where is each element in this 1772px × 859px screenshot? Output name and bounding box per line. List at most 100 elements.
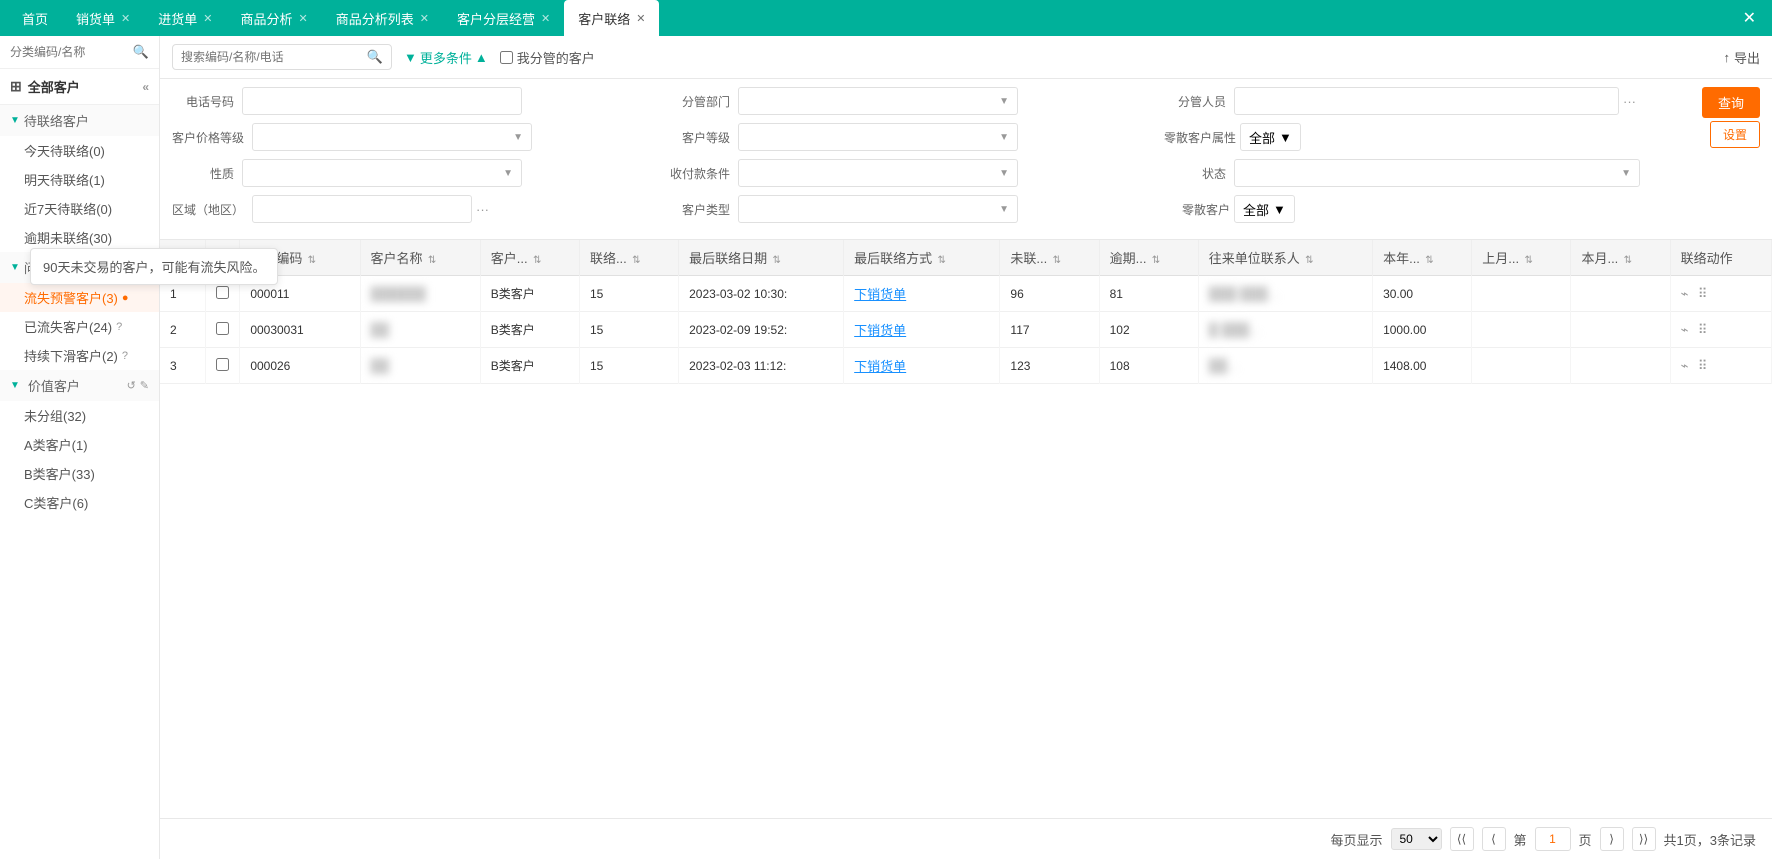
gender-chevron-icon: ▼ (503, 168, 513, 179)
settings-button[interactable]: 设置 (1710, 121, 1760, 148)
my-customers-checkbox[interactable] (500, 51, 513, 64)
sidebar-item-churned[interactable]: 已流失客户(24) ? (0, 312, 159, 341)
filter-zero-customer: 零散客户 全部 ▼ (1164, 195, 1760, 223)
sort-this-month-icon: ⇅ (1624, 255, 1632, 266)
tab-purchase[interactable]: 进货单 ✕ (144, 0, 226, 36)
td-code: 00030031 (240, 312, 360, 348)
query-button[interactable]: 查询 (1702, 87, 1760, 118)
sidebar-item-7days[interactable]: 近7天待联络(0) (0, 194, 159, 223)
payment-select[interactable]: ▼ (738, 159, 1018, 187)
page-number-input[interactable] (1535, 827, 1571, 851)
last-method-link[interactable]: 下销货单 (854, 287, 906, 302)
action-menu-icon[interactable]: ⠿ (1698, 286, 1708, 301)
th-last-month[interactable]: 上月... ⇅ (1472, 240, 1571, 276)
row-checkbox[interactable] (216, 358, 229, 371)
region-more-icon[interactable]: ··· (472, 202, 493, 217)
sidebar-group-title-pending[interactable]: ▼ 待联络客户 (0, 105, 159, 136)
close-tab-purchase[interactable]: ✕ (203, 12, 212, 25)
th-name[interactable]: 客户名称 ⇅ (360, 240, 480, 276)
sidebar-item-declining[interactable]: 持续下滑客户(2) ? (0, 341, 159, 370)
status-select[interactable]: ▼ (1234, 159, 1640, 187)
th-year[interactable]: 本年... ⇅ (1373, 240, 1472, 276)
tab-home[interactable]: 首页 (8, 0, 62, 36)
sidebar-item-churn-warning[interactable]: 流失预警客户(3) ● (0, 283, 159, 312)
action-link-icon[interactable]: ⌁ (1681, 322, 1689, 337)
page-prev-btn[interactable]: ⟨ (1482, 827, 1506, 851)
status-chevron-icon: ▼ (1621, 168, 1631, 179)
collapse-icon[interactable]: « (142, 80, 149, 94)
page-next-btn[interactable]: ⟩ (1600, 827, 1624, 851)
td-last-method: 下销货单 (844, 348, 1000, 384)
filter-person: 分管人员 ··· (1164, 87, 1760, 115)
dept-select[interactable]: ▼ (738, 87, 1018, 115)
page-last-btn[interactable]: ⟩⟩ (1632, 827, 1656, 851)
person-more-icon[interactable]: ··· (1619, 94, 1640, 109)
tab-customer-tier[interactable]: 客户分层经营 ✕ (443, 0, 564, 36)
td-name: ██████ (360, 276, 480, 312)
td-this-month (1571, 276, 1670, 312)
th-this-month[interactable]: 本月... ⇅ (1571, 240, 1670, 276)
person-input[interactable] (1234, 87, 1619, 115)
gender-select[interactable]: ▼ (242, 159, 522, 187)
sidebar-search-input[interactable] (10, 45, 129, 59)
page-first-btn[interactable]: ⟨⟨ (1450, 827, 1474, 851)
sidebar: 🔍 ⊞ 全部客户 « ▼ 待联络客户 今天待联络(0) 明天待联络(1) 近7天… (0, 36, 160, 859)
filter-status: 状态 ▼ (1164, 159, 1760, 187)
last-method-link[interactable]: 下销货单 (854, 323, 906, 338)
th-contact[interactable]: 联络... ⇅ (579, 240, 678, 276)
edit-icon[interactable]: ✎ (140, 379, 149, 392)
close-tab-sales[interactable]: ✕ (121, 12, 130, 25)
close-tab-customer-link[interactable]: ✕ (636, 12, 645, 25)
close-tab-analysis-list[interactable]: ✕ (420, 12, 429, 25)
window-close-button[interactable]: ✕ (1735, 8, 1764, 28)
tab-sales[interactable]: 销货单 ✕ (62, 0, 144, 36)
tab-analysis-list[interactable]: 商品分析列表 ✕ (322, 0, 443, 36)
row-checkbox[interactable] (216, 286, 229, 299)
tab-analysis[interactable]: 商品分析 ✕ (226, 0, 321, 36)
sidebar-item-b-class[interactable]: B类客户(33) (0, 459, 159, 488)
sidebar-item-ungroup[interactable]: 未分组(32) (0, 401, 159, 430)
sidebar-all-customers[interactable]: ⊞ 全部客户 « (0, 69, 159, 105)
refresh-icon[interactable]: ↺ (127, 379, 136, 392)
td-last-date: 2023-02-09 19:52: (679, 312, 844, 348)
th-contact-person[interactable]: 往来单位联系人 ⇅ (1198, 240, 1372, 276)
more-conditions-btn[interactable]: ▼ 更多条件 ▲ (404, 48, 488, 67)
customer-level-select[interactable]: ▼ (738, 123, 1018, 151)
row-checkbox[interactable] (216, 322, 229, 335)
sidebar-group-title-value[interactable]: ▼ 价值客户 ↺ ✎ (0, 370, 159, 401)
sidebar-item-today[interactable]: 今天待联络(0) (0, 136, 159, 165)
region-input[interactable] (252, 195, 472, 223)
td-contact-person: █ ███... (1198, 312, 1372, 348)
th-overdue[interactable]: 逾期... ⇅ (1099, 240, 1198, 276)
customer-type-select[interactable]: ▼ (738, 195, 1018, 223)
th-type[interactable]: 客户... ⇅ (480, 240, 579, 276)
last-method-link[interactable]: 下销货单 (854, 359, 906, 374)
zero-attr-select[interactable]: 全部 ▼ (1240, 123, 1301, 151)
close-tab-analysis[interactable]: ✕ (299, 12, 308, 25)
sort-overdue-icon: ⇅ (1152, 255, 1160, 266)
sidebar-item-tomorrow[interactable]: 明天待联络(1) (0, 165, 159, 194)
per-page-select[interactable]: 50 100 (1391, 828, 1442, 850)
td-checkbox (206, 348, 240, 384)
export-btn[interactable]: ↑ 导出 (1723, 48, 1760, 67)
phone-input[interactable] (242, 87, 522, 115)
action-menu-icon[interactable]: ⠿ (1698, 358, 1708, 373)
search-input[interactable] (181, 50, 363, 64)
sidebar-item-c-class[interactable]: C类客户(6) (0, 488, 159, 517)
td-code: 000026 (240, 348, 360, 384)
search-icon[interactable]: 🔍 (367, 49, 383, 65)
th-last-method[interactable]: 最后联络方式 ⇅ (844, 240, 1000, 276)
action-link-icon[interactable]: ⌁ (1681, 358, 1689, 373)
zero-customer-select[interactable]: 全部 ▼ (1234, 195, 1295, 223)
page-unit-label: 页 (1579, 830, 1592, 849)
th-last-date[interactable]: 最后联络日期 ⇅ (679, 240, 844, 276)
tab-customer-link[interactable]: 客户联络 ✕ (564, 0, 659, 36)
th-unlisted[interactable]: 未联... ⇅ (1000, 240, 1099, 276)
sidebar-item-a-class[interactable]: A类客户(1) (0, 430, 159, 459)
td-action: ⌁ ⠿ (1670, 348, 1771, 384)
action-link-icon[interactable]: ⌁ (1681, 286, 1689, 301)
payment-chevron-icon: ▼ (999, 168, 1009, 179)
close-tab-customer-tier[interactable]: ✕ (541, 12, 550, 25)
price-level-select[interactable]: ▼ (252, 123, 532, 151)
action-menu-icon[interactable]: ⠿ (1698, 322, 1708, 337)
